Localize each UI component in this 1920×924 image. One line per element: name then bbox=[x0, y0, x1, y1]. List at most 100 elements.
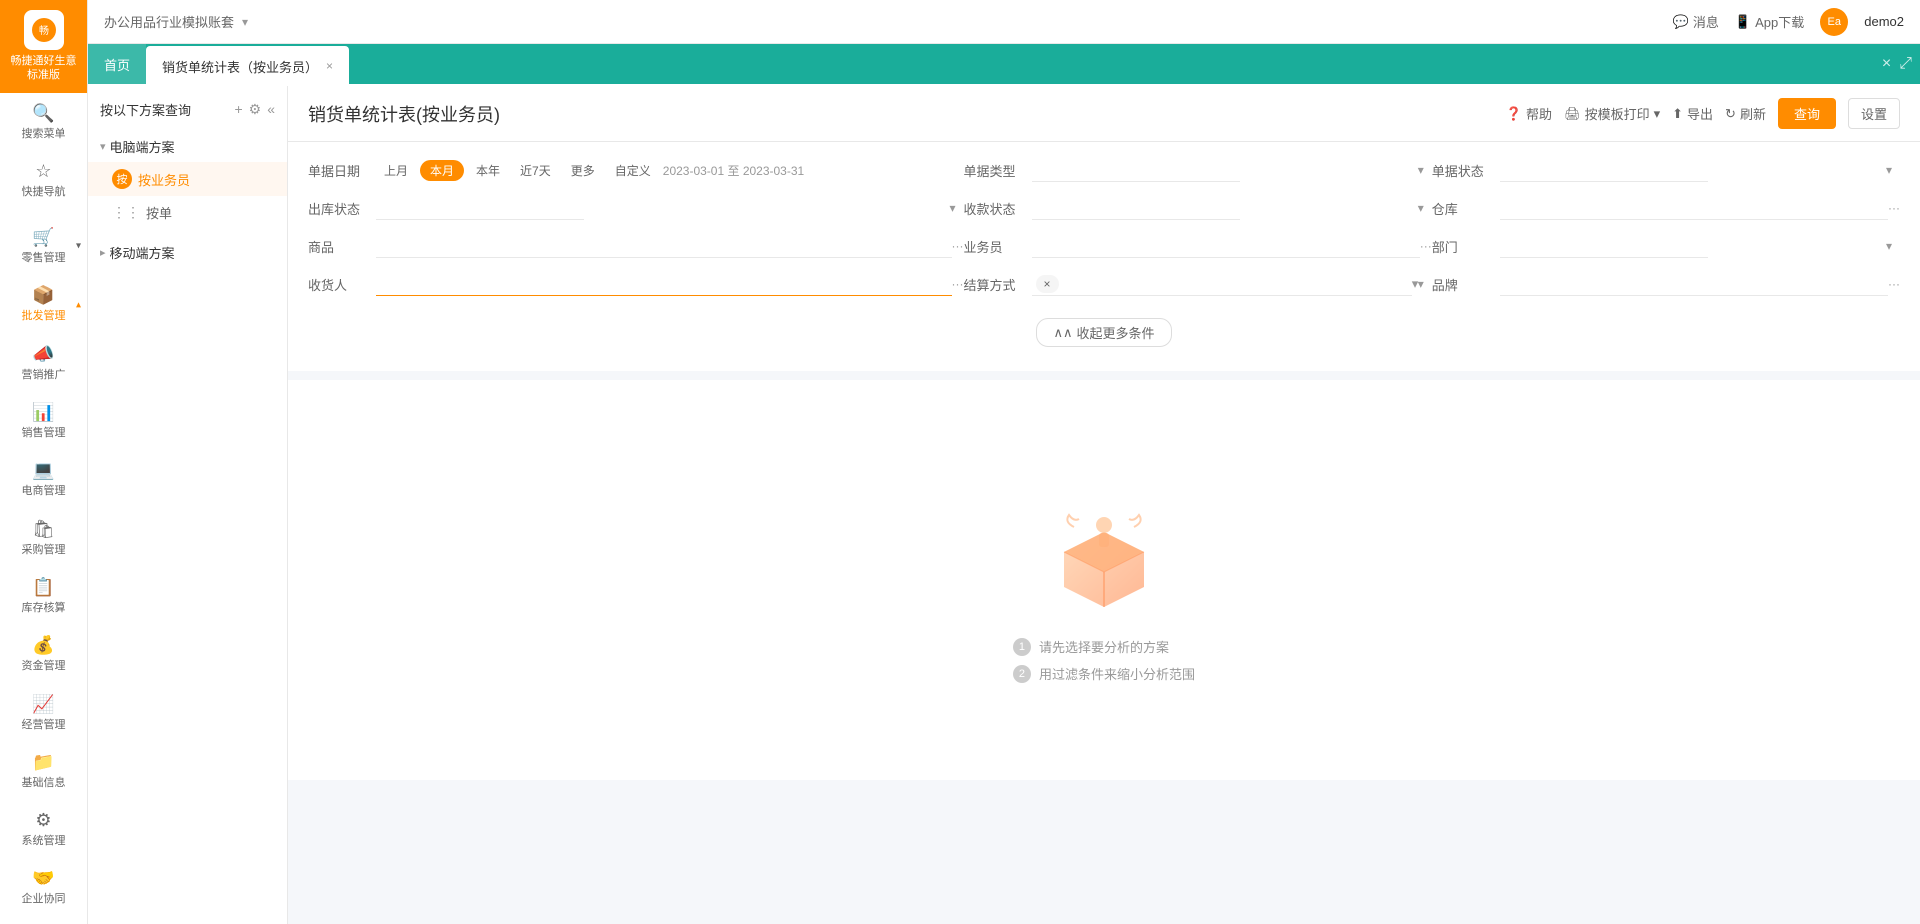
staff-input[interactable] bbox=[1032, 234, 1420, 258]
export-icon: ⬆ bbox=[1672, 106, 1683, 122]
filter-date: 单据日期 上月 本月 本年 近7天 更多 自定义 2023-03-01 至 20… bbox=[308, 159, 964, 182]
sidebar-item-marketing[interactable]: 📣 营销推广 bbox=[0, 334, 87, 392]
warehouse-more-icon[interactable]: ··· bbox=[1888, 201, 1900, 215]
date-last-month[interactable]: 上月 bbox=[376, 159, 416, 182]
app-download-button[interactable]: 📱 App下载 bbox=[1735, 12, 1804, 31]
section-divider bbox=[288, 371, 1920, 379]
sidebar-item-operations[interactable]: 📈 经营管理 bbox=[0, 684, 87, 742]
user-avatar[interactable]: Ea bbox=[1820, 8, 1848, 36]
sidebar-item-system[interactable]: ⚙ 系统管理 bbox=[0, 800, 87, 858]
payment-tag-close[interactable]: × bbox=[1044, 277, 1051, 291]
tab-close-icon[interactable]: × bbox=[326, 59, 333, 73]
sidebar-item-wholesale[interactable]: 📦 批发管理 ▴ bbox=[0, 275, 87, 333]
sidebar: 畅 畅捷通好生意 标准版 🔍 搜索菜单 ☆ 快捷导航 🛒 零售管理 ▾ 📦 批发… bbox=[0, 0, 88, 924]
panel-item-by-order[interactable]: ⋮⋮ 按单 bbox=[88, 196, 287, 229]
panel-header-icons: + ⚙ « bbox=[234, 101, 275, 118]
doc-status-input[interactable] bbox=[1500, 158, 1708, 182]
receiver-input[interactable] bbox=[376, 272, 952, 296]
export-button[interactable]: ⬆ 导出 bbox=[1672, 104, 1713, 123]
search-icon: 🔍 bbox=[32, 103, 54, 124]
tab-home[interactable]: 首页 bbox=[88, 44, 146, 84]
settings-label: 设置 bbox=[1861, 104, 1887, 123]
payment-dropdown-icon[interactable]: ▾ bbox=[1412, 276, 1419, 291]
filter-row-3: 商品 ··· 业务员 ··· 部门 bbox=[308, 234, 1900, 258]
panel-mobile-header[interactable]: ▸ 移动端方案 bbox=[88, 237, 287, 268]
refresh-button[interactable]: ↻ 刷新 bbox=[1725, 104, 1766, 123]
query-button[interactable]: 查询 bbox=[1778, 98, 1836, 129]
out-status-select-wrapper bbox=[376, 196, 964, 220]
print-arrow-icon: ▾ bbox=[1654, 106, 1661, 122]
payment-tag: × bbox=[1036, 275, 1059, 293]
payment-label: 结算方式 bbox=[964, 275, 1024, 294]
sidebar-quick-nav[interactable]: ☆ 快捷导航 bbox=[0, 151, 87, 209]
pay-status-input[interactable] bbox=[1032, 196, 1240, 220]
doc-status-label: 单据状态 bbox=[1432, 161, 1492, 180]
filter-payment: 结算方式 × ▾ bbox=[964, 273, 1432, 296]
logo-area[interactable]: 畅 畅捷通好生意 标准版 bbox=[0, 0, 87, 93]
logo-icon: 畅 bbox=[24, 10, 64, 50]
print-icon: 🖨 bbox=[1564, 106, 1581, 122]
title-dropdown-icon[interactable]: ▾ bbox=[242, 15, 248, 29]
sidebar-item-sales[interactable]: 📊 销售管理 bbox=[0, 392, 87, 450]
brand-input[interactable] bbox=[1500, 272, 1888, 296]
top-header: 办公用品行业模拟账套 ▾ 💬 消息 📱 App下载 Ea demo2 bbox=[88, 0, 1920, 44]
sidebar-item-purchase[interactable]: 🛍 采购管理 bbox=[0, 509, 87, 567]
tab-close-action[interactable]: × bbox=[1882, 55, 1891, 73]
goods-more-icon[interactable]: ··· bbox=[952, 239, 964, 253]
filter-receiver: 收货人 ··· bbox=[308, 272, 964, 296]
page-title: 销货单统计表(按业务员) bbox=[308, 101, 500, 127]
sidebar-item-basics[interactable]: 📁 基础信息 bbox=[0, 742, 87, 800]
settings-button[interactable]: 设置 bbox=[1848, 98, 1900, 129]
date-current-year[interactable]: 本年 bbox=[468, 159, 508, 182]
date-current-month[interactable]: 本月 bbox=[420, 160, 464, 181]
sidebar-item-inventory[interactable]: 📋 库存核算 bbox=[0, 567, 87, 625]
dept-input[interactable] bbox=[1500, 234, 1708, 258]
wholesale-arrow-icon: ▴ bbox=[76, 299, 81, 310]
page-header: 销货单统计表(按业务员) ❓ 帮助 🖨 按模板打印 ▾ ⬆ 导出 bbox=[288, 84, 1920, 142]
sidebar-item-retail[interactable]: 🛒 零售管理 ▾ bbox=[0, 217, 87, 275]
collapse-button[interactable]: ∧∧ 收起更多条件 bbox=[1036, 318, 1171, 347]
warehouse-input[interactable] bbox=[1500, 196, 1888, 220]
finance-icon: 💰 bbox=[32, 635, 54, 656]
dept-label: 部门 bbox=[1432, 237, 1492, 256]
desktop-expand-icon: ▾ bbox=[100, 140, 106, 153]
doc-type-input[interactable] bbox=[1032, 158, 1240, 182]
panel-settings-icon[interactable]: ⚙ bbox=[249, 101, 262, 118]
date-custom[interactable]: 自定义 bbox=[607, 159, 659, 182]
filter-row-2: 出库状态 收款状态 仓库 ··· bbox=[308, 196, 1900, 220]
sidebar-item-finance[interactable]: 💰 资金管理 bbox=[0, 625, 87, 683]
brand-more-icon[interactable]: ··· bbox=[1888, 277, 1900, 291]
filter-doc-type: 单据类型 bbox=[964, 158, 1432, 182]
out-status-input[interactable] bbox=[376, 196, 584, 220]
doc-status-select-wrapper bbox=[1500, 158, 1900, 182]
out-status-label: 出库状态 bbox=[308, 199, 368, 218]
message-button[interactable]: 💬 消息 bbox=[1673, 12, 1719, 31]
panel-desktop-header[interactable]: ▾ 电脑端方案 bbox=[88, 131, 287, 162]
order-item-label: 按单 bbox=[146, 203, 172, 222]
receiver-more-icon[interactable]: ··· bbox=[952, 277, 964, 291]
help-button[interactable]: ❓ 帮助 bbox=[1506, 104, 1552, 123]
active-tab-label: 销货单统计表（按业务员） bbox=[162, 57, 318, 76]
sidebar-item-ecommerce[interactable]: 💻 电商管理 bbox=[0, 450, 87, 508]
sidebar-item-newbie[interactable]: 🎯 新手引导 bbox=[0, 917, 87, 924]
date-last-7days[interactable]: 近7天 bbox=[512, 159, 559, 182]
tip1-num: 1 bbox=[1013, 638, 1031, 656]
panel-add-icon[interactable]: + bbox=[234, 101, 242, 118]
date-more[interactable]: 更多 bbox=[563, 159, 603, 182]
panel-section-mobile: ▸ 移动端方案 bbox=[88, 233, 287, 272]
user-initials: Ea bbox=[1828, 16, 1841, 28]
refresh-label: 刷新 bbox=[1740, 104, 1766, 123]
inventory-icon: 📋 bbox=[32, 577, 54, 598]
tab-active[interactable]: 销货单统计表（按业务员） × bbox=[146, 46, 349, 86]
sidebar-search-menu[interactable]: 🔍 搜索菜单 bbox=[0, 93, 87, 151]
tab-maximize-action[interactable]: ⤢ bbox=[1899, 55, 1912, 73]
panel-item-by-staff[interactable]: 按 按业务员 bbox=[88, 162, 287, 196]
sidebar-item-corp[interactable]: 🤝 企业协同 bbox=[0, 858, 87, 916]
staff-more-icon[interactable]: ··· bbox=[1420, 239, 1432, 253]
goods-input[interactable] bbox=[376, 234, 952, 258]
panel-collapse-icon[interactable]: « bbox=[267, 101, 275, 118]
print-button[interactable]: 🖨 按模板打印 ▾ bbox=[1564, 104, 1660, 123]
help-label: 帮助 bbox=[1526, 104, 1552, 123]
sidebar-navigation: 🔍 搜索菜单 ☆ 快捷导航 🛒 零售管理 ▾ 📦 批发管理 ▴ 📣 营销推广 📊… bbox=[0, 93, 87, 924]
panel-header-text: 按以下方案查询 bbox=[100, 100, 191, 119]
